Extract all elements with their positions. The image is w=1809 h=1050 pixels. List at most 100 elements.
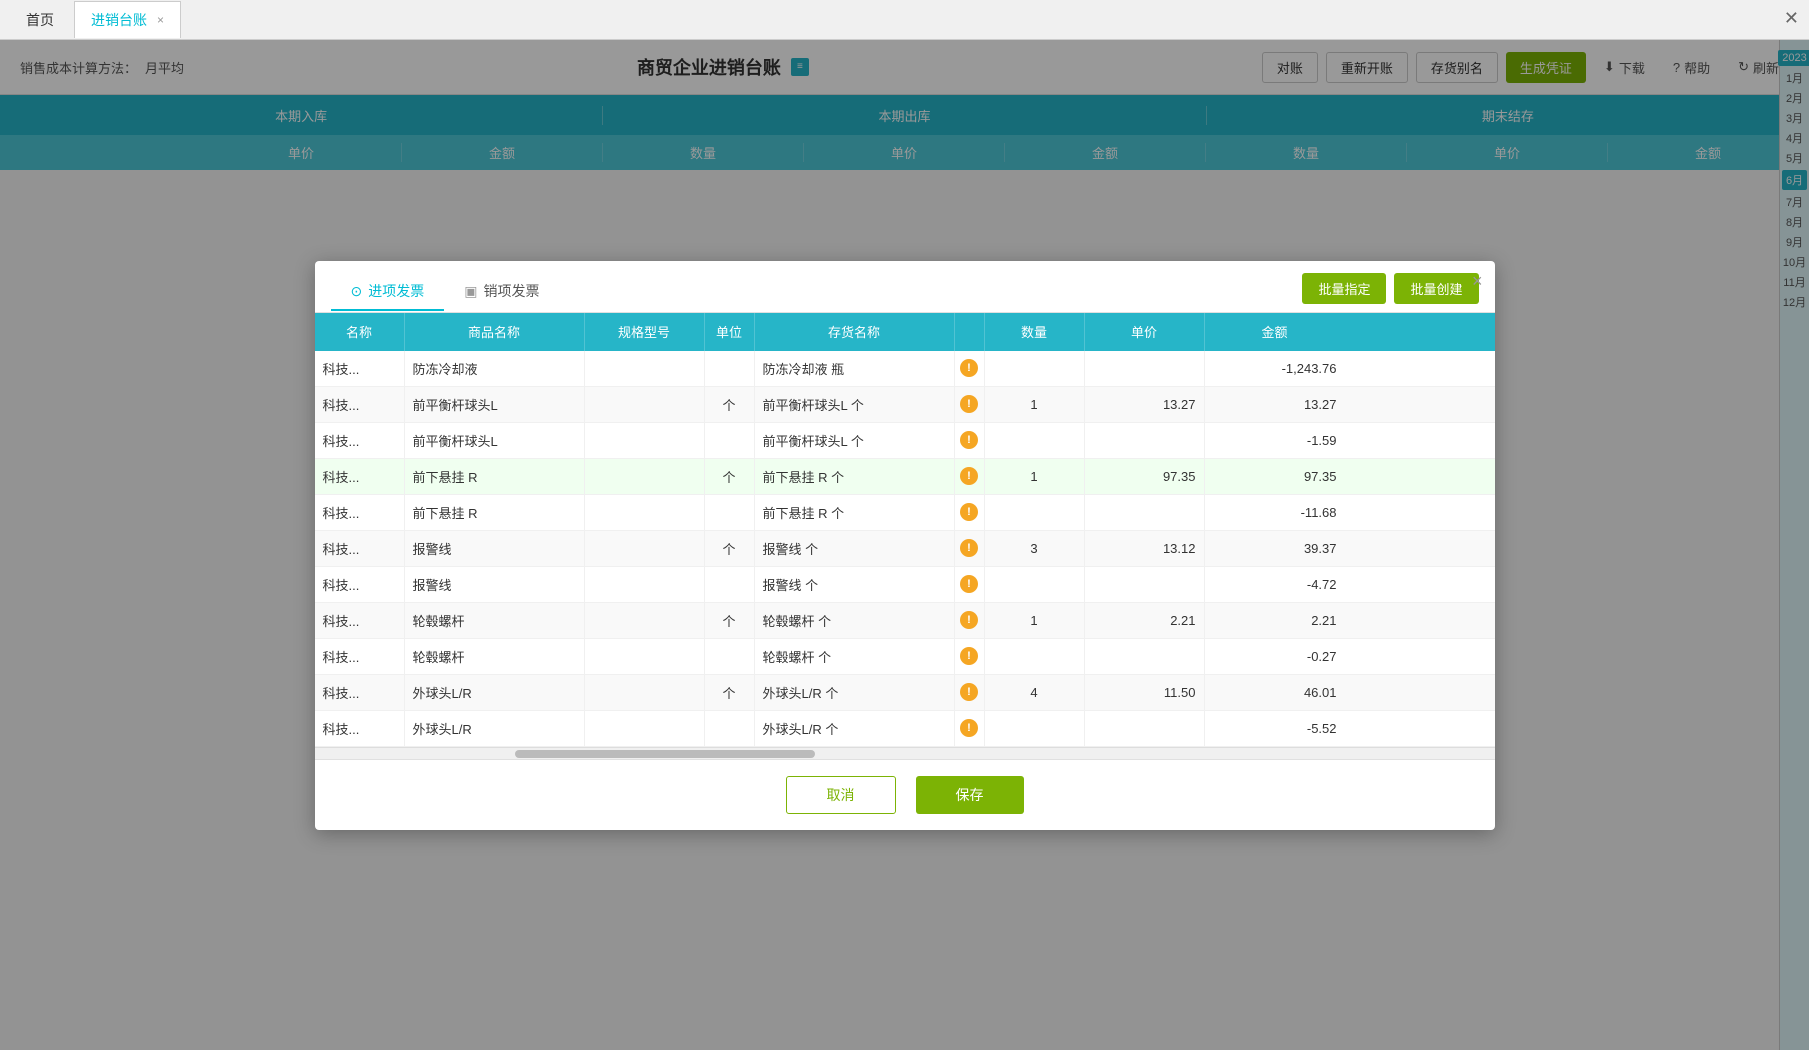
- cell-stock: 报警线 个: [755, 531, 955, 566]
- cell-price: 97.35: [1085, 459, 1205, 494]
- cell-amount: -1,243.76: [1205, 351, 1345, 386]
- cell-product: 防冻冷却液: [405, 351, 585, 386]
- table-row[interactable]: 科技... 报警线 报警线 个 ! -4.72: [315, 567, 1495, 603]
- warn-icon: !: [960, 395, 978, 413]
- cell-name: 科技...: [315, 567, 405, 602]
- warn-icon: !: [960, 575, 978, 593]
- col-header-name: 名称: [315, 313, 405, 351]
- cell-price: [1085, 423, 1205, 458]
- cell-spec: [585, 495, 705, 530]
- table-row[interactable]: 科技... 报警线 个 报警线 个 ! 3 13.12 39.37: [315, 531, 1495, 567]
- outgoing-icon: ▣: [464, 283, 477, 300]
- tab-active[interactable]: 进销台账 ×: [74, 1, 181, 38]
- cell-product: 前下悬挂 R: [405, 495, 585, 530]
- cell-amount: -1.59: [1205, 423, 1345, 458]
- table-row[interactable]: 科技... 前下悬挂 R 前下悬挂 R 个 ! -11.68: [315, 495, 1495, 531]
- cell-qty: 4: [985, 675, 1085, 710]
- col-header-stock: 存货名称: [755, 313, 955, 351]
- warn-icon: !: [960, 683, 978, 701]
- cell-spec: [585, 675, 705, 710]
- table-row[interactable]: 科技... 前平衡杆球头L 个 前平衡杆球头L 个 ! 1 13.27 13.2…: [315, 387, 1495, 423]
- cell-unit: [705, 567, 755, 602]
- cell-amount: -5.52: [1205, 711, 1345, 746]
- cell-unit: 个: [705, 675, 755, 710]
- cell-unit: [705, 423, 755, 458]
- cell-name: 科技...: [315, 387, 405, 422]
- col-header-qty: 数量: [985, 313, 1085, 351]
- cell-price: 13.12: [1085, 531, 1205, 566]
- cell-stock: 报警线 个: [755, 567, 955, 602]
- table-row[interactable]: 科技... 轮毂螺杆 个 轮毂螺杆 个 ! 1 2.21 2.21: [315, 603, 1495, 639]
- warn-icon: !: [960, 719, 978, 737]
- cell-spec: [585, 531, 705, 566]
- cell-warn: !: [955, 711, 985, 746]
- tab-outgoing-invoice[interactable]: ▣ 销项发票: [444, 273, 559, 311]
- cell-qty: [985, 711, 1085, 746]
- cell-qty: [985, 495, 1085, 530]
- cell-stock: 前下悬挂 R 个: [755, 459, 955, 494]
- cell-unit: [705, 639, 755, 674]
- col-header-spec: 规格型号: [585, 313, 705, 351]
- dialog-close-button[interactable]: ×: [1472, 271, 1483, 292]
- tab-bar: 首页 进销台账 × ✕: [0, 0, 1809, 40]
- cell-amount: 2.21: [1205, 603, 1345, 638]
- table-row[interactable]: 科技... 外球头L/R 外球头L/R 个 ! -5.52: [315, 711, 1495, 747]
- cell-name: 科技...: [315, 711, 405, 746]
- dialog-body: 名称 商品名称 规格型号 单位 存货名称 数量 单价 金额 科技... 防冻冷却…: [315, 313, 1495, 759]
- cell-qty: 1: [985, 387, 1085, 422]
- cell-spec: [585, 603, 705, 638]
- cell-warn: !: [955, 603, 985, 638]
- cell-price: 11.50: [1085, 675, 1205, 710]
- warn-icon: !: [960, 539, 978, 557]
- cell-qty: 3: [985, 531, 1085, 566]
- batch-create-button[interactable]: 批量创建: [1394, 273, 1478, 304]
- warn-icon: !: [960, 467, 978, 485]
- cell-warn: !: [955, 639, 985, 674]
- table-row[interactable]: 科技... 防冻冷却液 防冻冷却液 瓶 ! -1,243.76: [315, 351, 1495, 387]
- main-area: 销售成本计算方法： 月平均 商贸企业进销台账 ≡ 对账 重新开账 存货别名 生成…: [0, 40, 1809, 1050]
- cell-amount: 13.27: [1205, 387, 1345, 422]
- cell-amount: -11.68: [1205, 495, 1345, 530]
- cell-unit: 个: [705, 603, 755, 638]
- table-row[interactable]: 科技... 外球头L/R 个 外球头L/R 个 ! 4 11.50 46.01: [315, 675, 1495, 711]
- warn-icon: !: [960, 503, 978, 521]
- cell-product: 前平衡杆球头L: [405, 387, 585, 422]
- window-close-button[interactable]: ✕: [1784, 8, 1799, 29]
- cell-stock: 防冻冷却液 瓶: [755, 351, 955, 386]
- table-row[interactable]: 科技... 前下悬挂 R 个 前下悬挂 R 个 ! 1 97.35 97.35: [315, 459, 1495, 495]
- cell-price: [1085, 351, 1205, 386]
- col-header-price: 单价: [1085, 313, 1205, 351]
- cancel-button[interactable]: 取消: [786, 776, 896, 814]
- horizontal-scrollbar[interactable]: [315, 747, 1495, 759]
- cell-unit: [705, 711, 755, 746]
- cell-unit: 个: [705, 459, 755, 494]
- cell-stock: 前下悬挂 R 个: [755, 495, 955, 530]
- tab-close-icon[interactable]: ×: [157, 13, 164, 27]
- invoice-dialog: ⊙ 进项发票 ▣ 销项发票 批量指定 批量创建 × 名称 商品名称: [315, 261, 1495, 830]
- col-header-amount: 金额: [1205, 313, 1345, 351]
- table-header-row: 名称 商品名称 规格型号 单位 存货名称 数量 单价 金额: [315, 313, 1495, 351]
- scroll-thumb[interactable]: [515, 750, 815, 758]
- incoming-icon: ⊙: [351, 283, 363, 300]
- cell-warn: !: [955, 387, 985, 422]
- cell-product: 前平衡杆球头L: [405, 423, 585, 458]
- tab-incoming-invoice[interactable]: ⊙ 进项发票: [331, 273, 445, 311]
- cell-stock: 轮毂螺杆 个: [755, 603, 955, 638]
- cell-spec: [585, 351, 705, 386]
- cell-unit: [705, 495, 755, 530]
- table-row[interactable]: 科技... 前平衡杆球头L 前平衡杆球头L 个 ! -1.59: [315, 423, 1495, 459]
- cell-warn: !: [955, 567, 985, 602]
- tab-home[interactable]: 首页: [10, 2, 70, 38]
- cell-product: 前下悬挂 R: [405, 459, 585, 494]
- cell-product: 报警线: [405, 567, 585, 602]
- batch-assign-button[interactable]: 批量指定: [1302, 273, 1386, 304]
- table-row[interactable]: 科技... 轮毂螺杆 轮毂螺杆 个 ! -0.27: [315, 639, 1495, 675]
- cell-qty: [985, 639, 1085, 674]
- cell-price: [1085, 495, 1205, 530]
- save-button[interactable]: 保存: [916, 776, 1024, 814]
- cell-spec: [585, 567, 705, 602]
- cell-qty: 1: [985, 603, 1085, 638]
- warn-icon: !: [960, 359, 978, 377]
- cell-stock: 外球头L/R 个: [755, 711, 955, 746]
- warn-icon: !: [960, 611, 978, 629]
